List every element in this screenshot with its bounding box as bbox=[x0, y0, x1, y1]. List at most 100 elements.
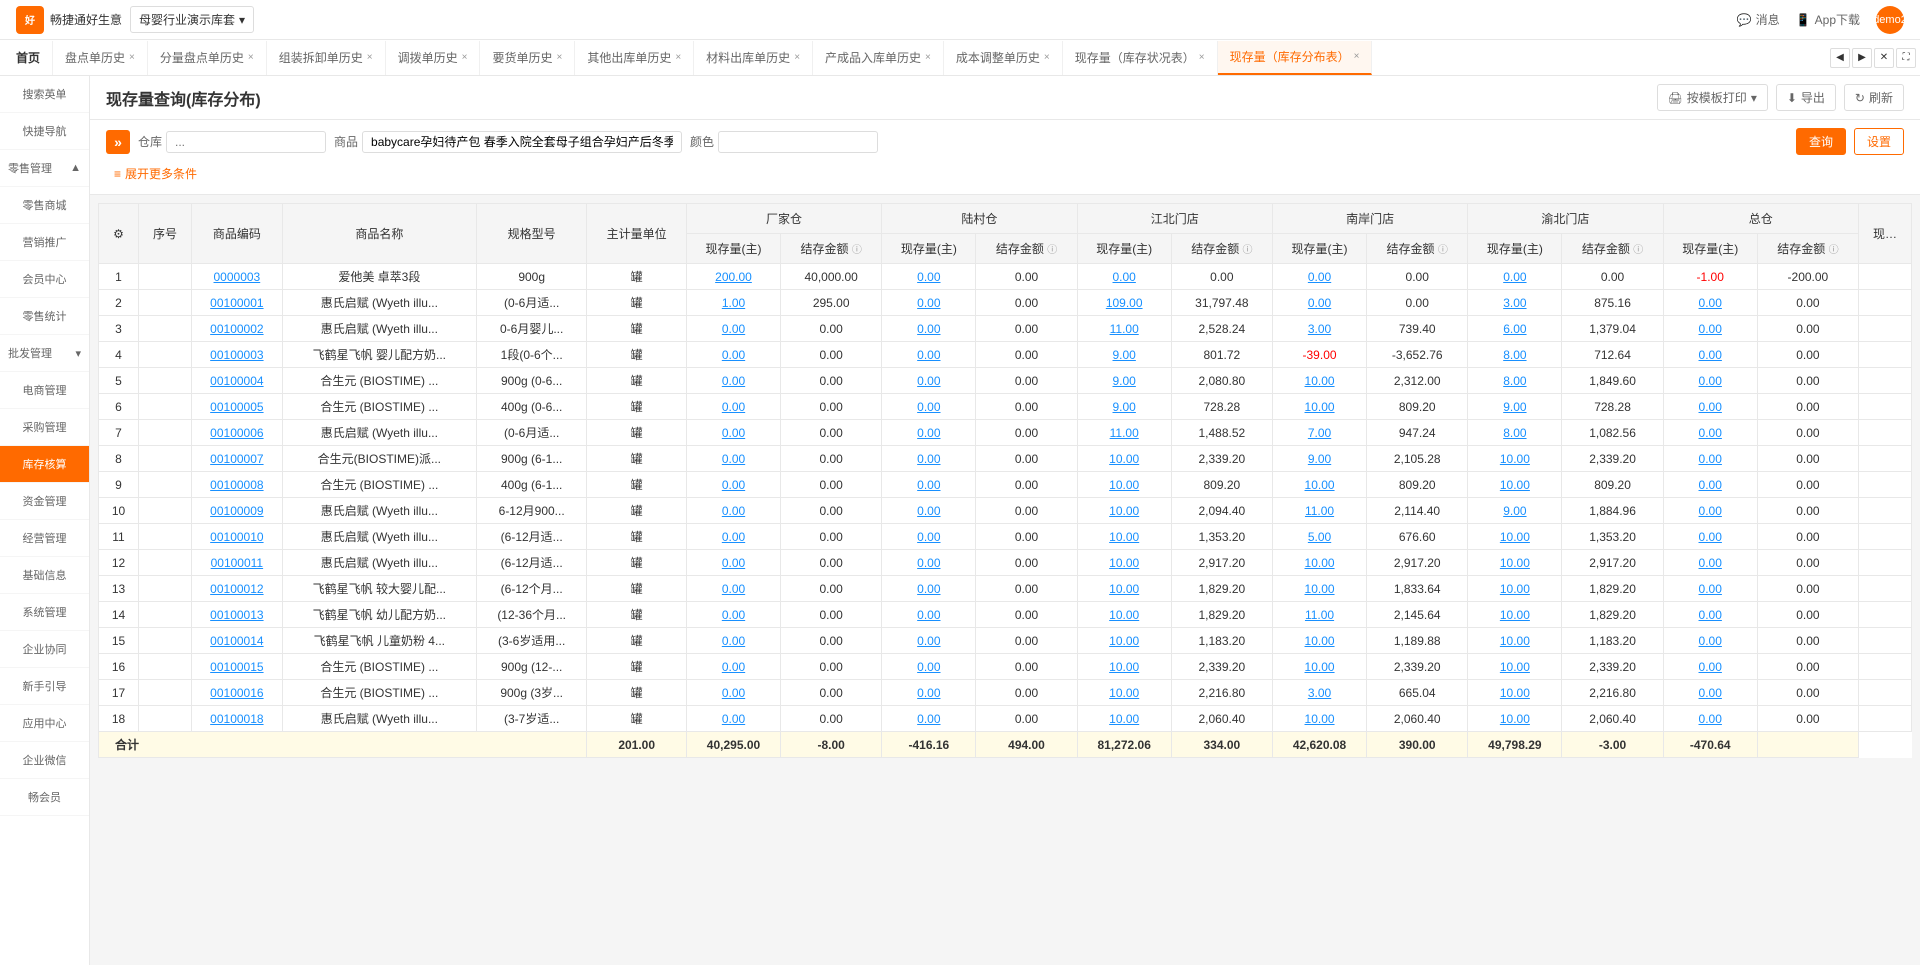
col-product-name: 合生元 (BIOSTIME) ... bbox=[282, 394, 476, 420]
info-icon[interactable]: ⓘ bbox=[1438, 245, 1448, 256]
sidebar-item-retail-store[interactable]: 零售商城 bbox=[0, 187, 89, 224]
tab-stock-status[interactable]: 现存量（库存状况表） × bbox=[1063, 41, 1218, 75]
col-sub-yb-stock: 现存量(主) bbox=[1468, 234, 1562, 264]
info-icon[interactable]: ⓘ bbox=[1829, 245, 1839, 256]
col-unit: 罐 bbox=[587, 706, 686, 732]
search-button[interactable]: 查询 bbox=[1796, 128, 1846, 155]
settings-button[interactable]: 设置 bbox=[1854, 128, 1904, 155]
app-download-button[interactable]: 📱 App下载 bbox=[1796, 11, 1860, 28]
col-yb-amount: 875.16 bbox=[1562, 290, 1663, 316]
tab-nav-controls: ◀ ▶ ✕ ⛶ bbox=[1830, 48, 1916, 68]
close-icon[interactable]: × bbox=[925, 52, 931, 63]
export-button[interactable]: ⬇ 导出 bbox=[1776, 84, 1836, 111]
message-button[interactable]: 💬 消息 bbox=[1737, 11, 1780, 28]
tab-assembly-history[interactable]: 组装拆卸单历史 × bbox=[267, 41, 386, 75]
sidebar-item-basic-info[interactable]: 基础信息 bbox=[0, 557, 89, 594]
col-seq: 13 bbox=[99, 576, 139, 602]
info-icon[interactable]: ⓘ bbox=[1243, 245, 1253, 256]
col-lc-amount: 0.00 bbox=[976, 368, 1077, 394]
col-lc-amount: 0.00 bbox=[976, 524, 1077, 550]
tab-home[interactable]: 首页 bbox=[4, 41, 53, 75]
sidebar-item-purchase[interactable]: 采购管理 bbox=[0, 409, 89, 446]
tab-close-all-button[interactable]: ✕ bbox=[1874, 48, 1894, 68]
col-lc-stock: 0.00 bbox=[882, 654, 976, 680]
sidebar-item-retail-management[interactable]: 零售管理 ▲ bbox=[0, 150, 89, 187]
info-icon[interactable]: ⓘ bbox=[1633, 245, 1643, 256]
close-icon[interactable]: × bbox=[675, 52, 681, 63]
info-icon[interactable]: ⓘ bbox=[852, 245, 862, 256]
col-header-unit: 主计量单位 bbox=[587, 204, 686, 264]
tab-material-outbound-history[interactable]: 材料出库单历史 × bbox=[694, 41, 813, 75]
tab-stock-distribution[interactable]: 现存量（库存分布表） × bbox=[1218, 41, 1373, 75]
col-lc-stock: 0.00 bbox=[882, 498, 976, 524]
sidebar-item-beginner[interactable]: 新手引导 bbox=[0, 668, 89, 705]
col-na-amount: 2,312.00 bbox=[1367, 368, 1468, 394]
tab-next-button[interactable]: ▶ bbox=[1852, 48, 1872, 68]
col-code bbox=[139, 368, 192, 394]
tab-other-outbound-history[interactable]: 其他出库单历史 × bbox=[575, 41, 694, 75]
industry-selector[interactable]: 母婴行业演示库套 ▾ bbox=[130, 6, 254, 33]
sidebar-item-retail-stats[interactable]: 零售统计 bbox=[0, 298, 89, 335]
col-yb-stock: 10.00 bbox=[1468, 706, 1562, 732]
tab-transfer-history[interactable]: 调拨单历史 × bbox=[386, 41, 481, 75]
tab-order-history[interactable]: 要货单历史 × bbox=[480, 41, 575, 75]
col-lc-stock: 0.00 bbox=[882, 576, 976, 602]
col-current bbox=[1858, 602, 1911, 628]
refresh-button[interactable]: ↻ 刷新 bbox=[1844, 84, 1904, 111]
sidebar-item-app-center[interactable]: 应用中心 bbox=[0, 705, 89, 742]
col-na-stock: 11.00 bbox=[1272, 498, 1366, 524]
table-row: 16 00100015 合生元 (BIOSTIME) ... 900g (12-… bbox=[99, 654, 1912, 680]
tab-cost-adjustment-history[interactable]: 成本调整单历史 × bbox=[944, 41, 1063, 75]
tab-inventory-check-history[interactable]: 盘点单历史 × bbox=[53, 41, 148, 75]
filter-color: 颜色 bbox=[690, 131, 878, 153]
sidebar-item-member[interactable]: 畅会员 bbox=[0, 779, 89, 816]
tab-expand-button[interactable]: ⛶ bbox=[1896, 48, 1916, 68]
sidebar-item-marketing[interactable]: 营销推广 bbox=[0, 224, 89, 261]
sidebar-item-member-center[interactable]: 会员中心 bbox=[0, 261, 89, 298]
close-icon[interactable]: × bbox=[1044, 52, 1050, 63]
close-icon[interactable]: × bbox=[129, 52, 135, 63]
close-icon[interactable]: × bbox=[794, 52, 800, 63]
col-fc-amount: 295.00 bbox=[781, 290, 882, 316]
sidebar-item-ecommerce[interactable]: 电商管理 bbox=[0, 372, 89, 409]
col-code bbox=[139, 524, 192, 550]
col-total-amount: 0.00 bbox=[1757, 394, 1858, 420]
sidebar-item-quick-nav[interactable]: 快捷导航 bbox=[0, 113, 89, 150]
tab-partial-check-history[interactable]: 分量盘点单历史 × bbox=[148, 41, 267, 75]
settings-icon[interactable]: ⚙ bbox=[113, 227, 124, 241]
col-header-product-code: 商品编码 bbox=[191, 204, 282, 264]
close-icon[interactable]: × bbox=[1354, 51, 1360, 62]
tab-prev-button[interactable]: ◀ bbox=[1830, 48, 1850, 68]
close-icon[interactable]: × bbox=[462, 52, 468, 63]
sidebar-item-search[interactable]: 搜索英单 bbox=[0, 76, 89, 113]
col-yb-stock: 10.00 bbox=[1468, 576, 1562, 602]
sidebar-item-operations[interactable]: 经营管理 bbox=[0, 520, 89, 557]
close-icon[interactable]: × bbox=[367, 52, 373, 63]
sidebar-item-system[interactable]: 系统管理 bbox=[0, 594, 89, 631]
close-icon[interactable]: × bbox=[556, 52, 562, 63]
sidebar-item-inventory[interactable]: 库存核算 bbox=[0, 446, 89, 483]
expand-conditions-button[interactable]: ≡ 展开更多条件 bbox=[106, 161, 1904, 186]
sidebar-item-finance[interactable]: 资金管理 bbox=[0, 483, 89, 520]
tab-finished-product-inbound-history[interactable]: 产成品入库单历史 × bbox=[813, 41, 944, 75]
warehouse-input[interactable] bbox=[166, 131, 326, 153]
sidebar-item-wechat[interactable]: 企业微信 bbox=[0, 742, 89, 779]
color-input[interactable] bbox=[718, 131, 878, 153]
total-jb-stock: 494.00 bbox=[976, 732, 1077, 758]
sidebar-item-enterprise[interactable]: 企业协同 bbox=[0, 631, 89, 668]
filter-toggle-button[interactable]: » bbox=[106, 130, 130, 154]
user-avatar[interactable]: demo2 bbox=[1876, 6, 1904, 34]
col-na-stock: 10.00 bbox=[1272, 394, 1366, 420]
col-seq: 9 bbox=[99, 472, 139, 498]
close-icon[interactable]: × bbox=[248, 52, 254, 63]
col-jb-stock: 0.00 bbox=[1077, 264, 1171, 290]
col-jb-amount: 2,917.20 bbox=[1171, 550, 1272, 576]
print-button[interactable]: 🖨 按模板打印 ▾ bbox=[1657, 84, 1768, 111]
sidebar-item-wholesale-management[interactable]: 批发管理 ▾ bbox=[0, 335, 89, 372]
info-icon[interactable]: ⓘ bbox=[1047, 245, 1057, 256]
product-input[interactable] bbox=[362, 131, 682, 153]
app-icon: 📱 bbox=[1796, 13, 1811, 27]
close-icon[interactable]: × bbox=[1199, 52, 1205, 63]
product-label: 商品 bbox=[334, 133, 358, 150]
col-fc-stock: 0.00 bbox=[686, 576, 780, 602]
